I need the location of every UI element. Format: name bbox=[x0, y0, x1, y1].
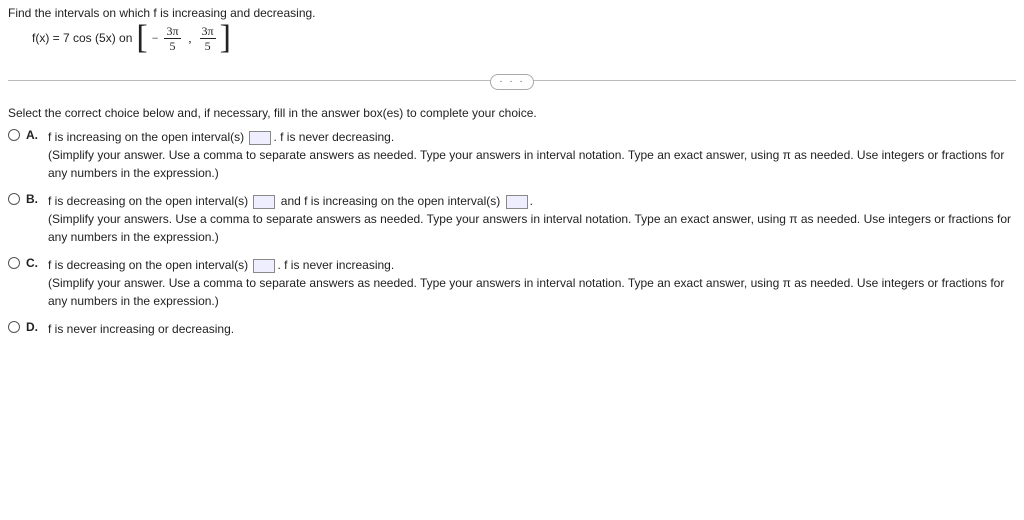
interval-comma: , bbox=[187, 31, 194, 46]
fraction-left-num: 3π bbox=[164, 25, 180, 39]
choice-b-text: f is decreasing on the open interval(s) … bbox=[48, 192, 1016, 246]
choices-list: A. f is increasing on the open interval(… bbox=[8, 128, 1016, 338]
divider-dots-wrap: · · · bbox=[8, 74, 1016, 90]
interval-fractions: 3π 5 , 3π 5 bbox=[164, 25, 215, 52]
radio-c[interactable] bbox=[8, 257, 20, 269]
choice-b[interactable]: B. f is decreasing on the open interval(… bbox=[8, 192, 1016, 246]
function-definition: f(x) = 7 cos (5x) on [ − 3π 5 , 3π 5 ] bbox=[32, 24, 1016, 52]
choice-c-letter: C. bbox=[26, 256, 42, 270]
choice-a-text: f is increasing on the open interval(s) … bbox=[48, 128, 1016, 182]
choice-b-answerbox-2[interactable] bbox=[506, 195, 528, 209]
choice-c-text: f is decreasing on the open interval(s) … bbox=[48, 256, 1016, 310]
choice-d[interactable]: D. f is never increasing or decreasing. bbox=[8, 320, 1016, 338]
choice-c-answerbox[interactable] bbox=[253, 259, 275, 273]
choice-c-post: . f is never increasing. bbox=[277, 258, 394, 272]
choice-c-hint: (Simplify your answer. Use a comma to se… bbox=[48, 274, 1016, 310]
choice-a-answerbox[interactable] bbox=[249, 131, 271, 145]
radio-a[interactable] bbox=[8, 129, 20, 141]
choice-c-pre: f is decreasing on the open interval(s) bbox=[48, 258, 251, 272]
radio-d[interactable] bbox=[8, 321, 20, 333]
fraction-right-den: 5 bbox=[205, 39, 211, 52]
radio-b[interactable] bbox=[8, 193, 20, 205]
choice-d-text: f is never increasing or decreasing. bbox=[48, 320, 1016, 338]
negative-sign: − bbox=[152, 31, 159, 46]
choice-b-answerbox-1[interactable] bbox=[253, 195, 275, 209]
choice-b-post: . bbox=[530, 194, 533, 208]
ellipsis-icon[interactable]: · · · bbox=[490, 74, 534, 90]
choice-b-mid: and f is increasing on the open interval… bbox=[277, 194, 503, 208]
fraction-right: 3π 5 bbox=[200, 25, 216, 52]
fraction-left: 3π 5 bbox=[164, 25, 180, 52]
question-title: Find the intervals on which f is increas… bbox=[8, 6, 1016, 20]
choice-b-hint: (Simplify your answers. Use a comma to s… bbox=[48, 210, 1016, 246]
right-bracket-icon: ] bbox=[220, 24, 231, 52]
question-block: Find the intervals on which f is increas… bbox=[8, 4, 1016, 62]
choice-c[interactable]: C. f is decreasing on the open interval(… bbox=[8, 256, 1016, 310]
choice-a-letter: A. bbox=[26, 128, 42, 142]
function-lhs: f(x) = 7 cos (5x) on bbox=[32, 31, 132, 45]
choice-a-hint: (Simplify your answer. Use a comma to se… bbox=[48, 146, 1016, 182]
choice-a[interactable]: A. f is increasing on the open interval(… bbox=[8, 128, 1016, 182]
choice-prompt: Select the correct choice below and, if … bbox=[8, 106, 1016, 120]
left-bracket-icon: [ bbox=[136, 24, 147, 52]
choice-d-letter: D. bbox=[26, 320, 42, 334]
choice-a-pre: f is increasing on the open interval(s) bbox=[48, 130, 247, 144]
choice-b-pre: f is decreasing on the open interval(s) bbox=[48, 194, 251, 208]
fraction-right-num: 3π bbox=[200, 25, 216, 39]
choice-a-post: . f is never decreasing. bbox=[273, 130, 394, 144]
fraction-left-den: 5 bbox=[170, 39, 176, 52]
choice-b-letter: B. bbox=[26, 192, 42, 206]
